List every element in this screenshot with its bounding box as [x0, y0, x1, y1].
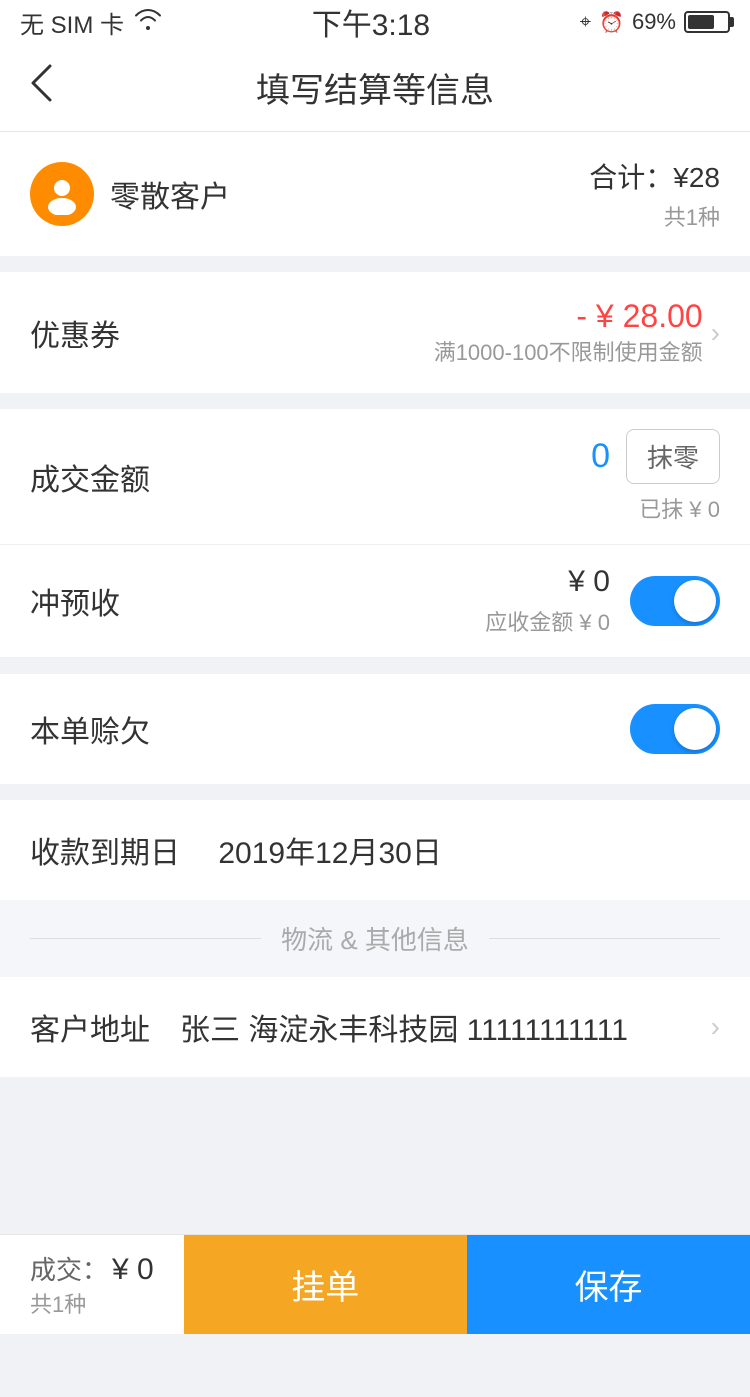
customer-section: 零散客户 合计：¥28 共1种 — [0, 132, 750, 256]
battery-percent: 69% — [632, 9, 676, 35]
bottom-deal-label: 成交： — [30, 1250, 108, 1287]
prepay-receivable: 应收金额 ¥ 0 — [485, 605, 610, 637]
prepay-row: 冲预收 ¥ 0 应收金额 ¥ 0 — [0, 545, 750, 658]
round-button[interactable]: 抹零 — [626, 429, 720, 484]
status-right: ⌖ ⏰ 69% — [580, 9, 730, 35]
amount-input-area: 0 抹零 已抹 ¥ 0 — [550, 429, 720, 524]
toggle-thumb — [674, 580, 716, 622]
bottom-deal-amount: ¥ 0 — [112, 1253, 154, 1287]
bottom-buttons: 挂单 保存 — [184, 1235, 750, 1334]
status-bar: 无 SIM 卡 下午3:18 ⌖ ⏰ 69% — [0, 0, 750, 44]
already-rounded: 已抹 ¥ 0 — [639, 492, 720, 524]
prepay-label: 冲预收 — [30, 579, 120, 623]
coupon-text: - ¥ 28.00 满1000-100不限制使用金额 — [434, 298, 703, 367]
total-amount: 合计：¥28 — [589, 156, 720, 196]
amount-input-line: 0 抹零 — [550, 429, 720, 484]
nav-bar: 填写结算等信息 — [0, 44, 750, 132]
prepay-info: ¥ 0 应收金额 ¥ 0 — [485, 565, 610, 637]
coupon-row[interactable]: 优惠券 - ¥ 28.00 满1000-100不限制使用金额 › — [0, 272, 750, 393]
customer-total: 合计：¥28 共1种 — [589, 156, 720, 232]
logistics-divider: 物流 & 其他信息 — [0, 900, 750, 977]
divider-line-left — [30, 938, 261, 939]
transaction-section: 成交金额 0 抹零 已抹 ¥ 0 冲预收 ¥ 0 应收金额 ¥ 0 — [0, 409, 750, 658]
location-icon: ⌖ — [580, 11, 591, 34]
divider-text: 物流 & 其他信息 — [281, 920, 469, 957]
status-time: 下午3:18 — [312, 0, 430, 44]
transaction-label: 成交金额 — [30, 455, 150, 499]
carrier-label: 无 SIM 卡 — [20, 5, 124, 40]
chevron-right-icon: › — [711, 317, 720, 349]
debt-section: 本单赊欠 — [0, 674, 750, 784]
bottom-bar: 成交： ¥ 0 共1种 挂单 保存 — [0, 1234, 750, 1334]
coupon-amount: - ¥ 28.00 — [434, 298, 703, 335]
coupon-label: 优惠券 — [30, 311, 120, 355]
divider-line-right — [489, 938, 720, 939]
coupon-desc: 满1000-100不限制使用金额 — [434, 335, 703, 367]
debt-toggle-thumb — [674, 708, 716, 750]
bottom-count: 共1种 — [30, 1287, 154, 1319]
page-title: 填写结算等信息 — [256, 63, 494, 112]
total-count: 共1种 — [589, 200, 720, 232]
debt-toggle[interactable] — [630, 704, 720, 754]
save-button[interactable]: 保存 — [467, 1235, 750, 1334]
debt-label: 本单赊欠 — [30, 707, 150, 751]
coupon-section: 优惠券 - ¥ 28.00 满1000-100不限制使用金额 › — [0, 272, 750, 393]
content: 零散客户 合计：¥28 共1种 优惠券 - ¥ 28.00 满1000-100不… — [0, 132, 750, 1397]
battery-icon — [684, 11, 730, 33]
address-chevron-icon: › — [711, 1011, 720, 1043]
alarm-icon: ⏰ — [599, 10, 624, 35]
prepay-amount: ¥ 0 — [568, 565, 610, 599]
address-content: 张三 海淀永丰科技园 11111111111 — [180, 1005, 681, 1049]
address-label: 客户地址 — [30, 1005, 150, 1049]
prepay-toggle[interactable] — [630, 576, 720, 626]
hold-button[interactable]: 挂单 — [184, 1235, 467, 1334]
wifi-icon — [134, 8, 162, 36]
transaction-row: 成交金额 0 抹零 已抹 ¥ 0 — [0, 409, 750, 545]
duedate-label: 收款到期日 — [30, 837, 180, 870]
coupon-right: - ¥ 28.00 满1000-100不限制使用金额 › — [434, 298, 720, 367]
customer-name: 零散客户 — [110, 172, 230, 216]
duedate-row[interactable]: 收款到期日 2019年12月30日 — [0, 800, 750, 900]
duedate-date: 2019年12月30日 — [218, 837, 441, 870]
bottom-info: 成交： ¥ 0 共1种 — [0, 1250, 184, 1319]
transaction-value[interactable]: 0 — [550, 437, 610, 476]
avatar — [30, 162, 94, 226]
back-button[interactable] — [30, 64, 52, 111]
status-left: 无 SIM 卡 — [20, 5, 162, 40]
customer-left: 零散客户 — [30, 162, 230, 226]
address-row[interactable]: 客户地址 张三 海淀永丰科技园 11111111111 › — [0, 977, 750, 1077]
